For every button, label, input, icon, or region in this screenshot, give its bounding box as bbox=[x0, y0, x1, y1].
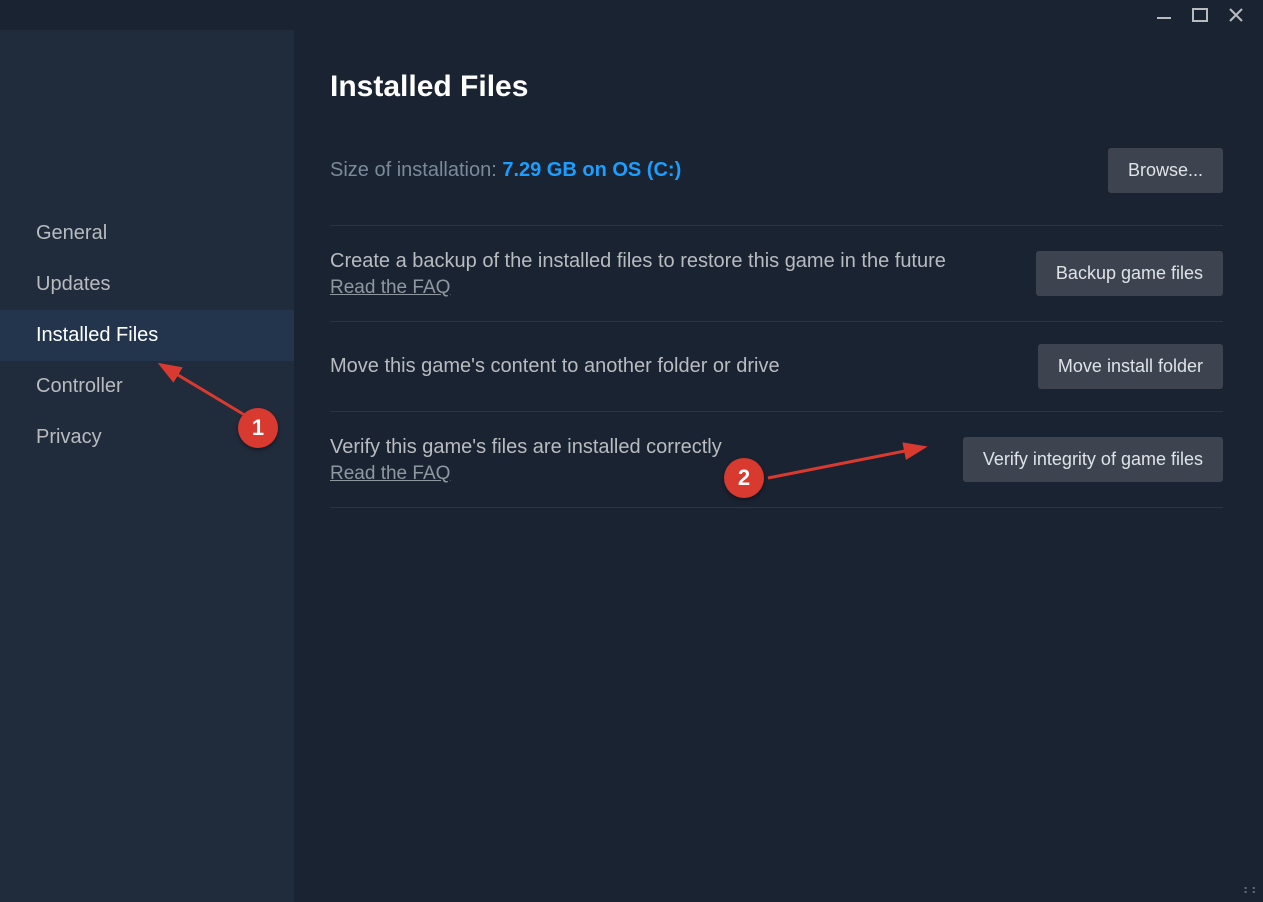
install-size-value[interactable]: 7.29 GB on OS (C:) bbox=[502, 159, 681, 181]
backup-desc: Create a backup of the installed files t… bbox=[330, 248, 950, 275]
sidebar-item-controller[interactable]: Controller bbox=[0, 361, 294, 412]
browse-button[interactable]: Browse... bbox=[1108, 148, 1223, 193]
page-title: Installed Files bbox=[330, 70, 1223, 104]
annotation-badge-1: 1 bbox=[238, 408, 278, 448]
verify-row: Verify this game's files are installed c… bbox=[330, 412, 1223, 507]
content-panel: Installed Files Size of installation: 7.… bbox=[294, 30, 1263, 902]
sidebar-item-updates[interactable]: Updates bbox=[0, 259, 294, 310]
verify-desc: Verify this game's files are installed c… bbox=[330, 434, 939, 461]
sidebar: General Updates Installed Files Controll… bbox=[0, 30, 294, 902]
sidebar-item-general[interactable]: General bbox=[0, 208, 294, 259]
install-size-label: Size of installation: bbox=[330, 159, 502, 181]
maximize-button[interactable] bbox=[1191, 6, 1209, 24]
minimize-button[interactable] bbox=[1155, 6, 1173, 24]
backup-game-files-button[interactable]: Backup game files bbox=[1036, 251, 1223, 296]
properties-window: General Updates Installed Files Controll… bbox=[0, 0, 1263, 902]
divider bbox=[330, 507, 1223, 508]
annotation-badge-2: 2 bbox=[724, 458, 764, 498]
sidebar-item-installed-files[interactable]: Installed Files bbox=[0, 310, 294, 361]
move-text: Move this game's content to another fold… bbox=[330, 353, 950, 380]
close-button[interactable] bbox=[1227, 6, 1245, 24]
verify-faq-link[interactable]: Read the FAQ bbox=[330, 463, 450, 485]
verify-text: Verify this game's files are installed c… bbox=[330, 434, 939, 485]
move-desc: Move this game's content to another fold… bbox=[330, 353, 950, 380]
backup-row: Create a backup of the installed files t… bbox=[330, 226, 1223, 321]
backup-text: Create a backup of the installed files t… bbox=[330, 248, 950, 299]
backup-faq-link[interactable]: Read the FAQ bbox=[330, 277, 450, 299]
verify-integrity-button[interactable]: Verify integrity of game files bbox=[963, 437, 1223, 482]
body-area: General Updates Installed Files Controll… bbox=[0, 30, 1263, 902]
install-size-row: Size of installation: 7.29 GB on OS (C:)… bbox=[330, 148, 1223, 193]
install-size-text: Size of installation: 7.29 GB on OS (C:) bbox=[330, 159, 681, 182]
move-install-folder-button[interactable]: Move install folder bbox=[1038, 344, 1223, 389]
titlebar bbox=[0, 0, 1263, 30]
move-row: Move this game's content to another fold… bbox=[330, 322, 1223, 411]
resize-grip-icon[interactable]: ⠆⠆ bbox=[1242, 881, 1259, 898]
